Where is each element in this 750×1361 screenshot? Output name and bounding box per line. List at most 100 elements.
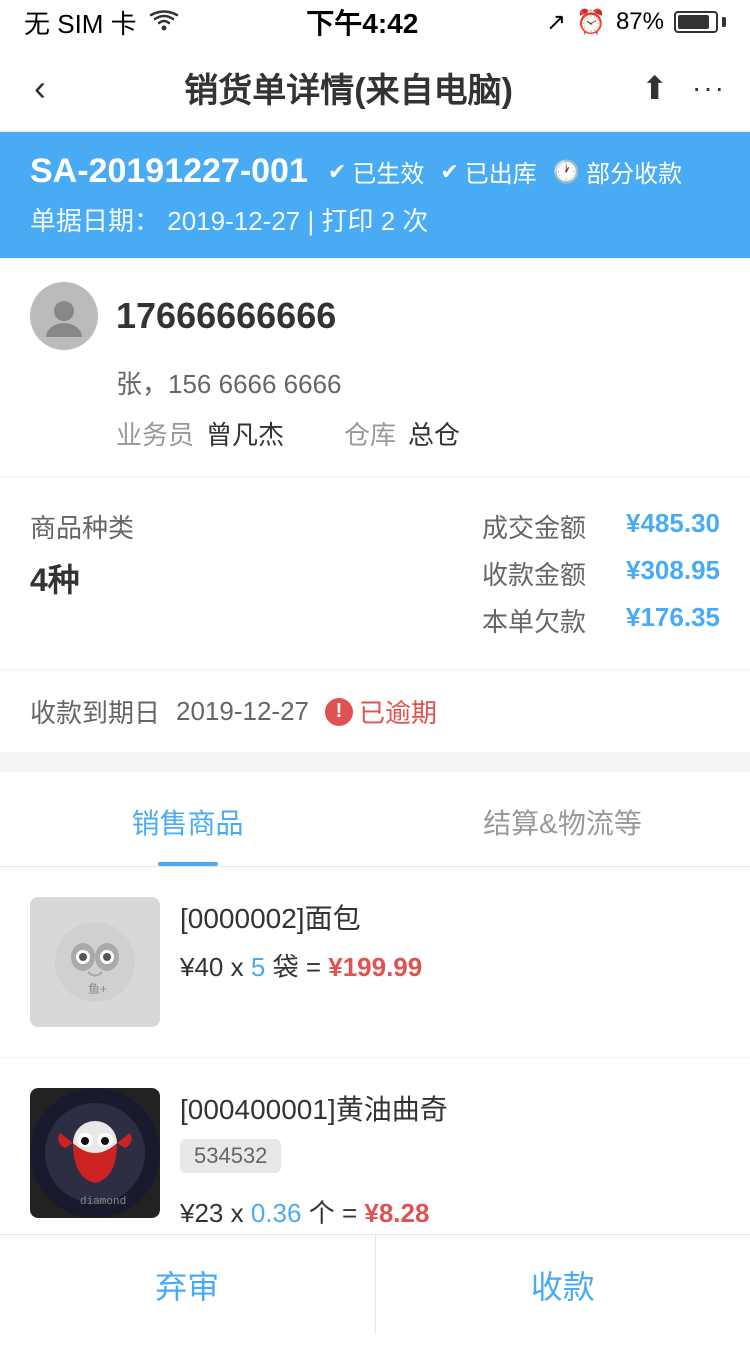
product-placeholder-1: 鱼+	[30, 897, 160, 1027]
svg-text:鱼+: 鱼+	[88, 982, 107, 996]
salesman-value: 曾凡杰	[206, 415, 284, 452]
customer-name: 张，156 6666 6666	[116, 364, 720, 401]
status-time: 下午4:42	[306, 2, 418, 42]
overdue-icon: !	[325, 698, 353, 726]
product-price-sep-1: x	[231, 952, 251, 982]
product-name-2: [000400001]黄油曲奇	[180, 1088, 720, 1128]
order-number: SA-20191227-001	[30, 152, 308, 191]
due-label: 收款到期日	[30, 693, 160, 730]
product-price-1: ¥40 x 5 袋 = ¥199.99	[180, 947, 720, 984]
print-label: | 打印	[307, 206, 380, 236]
summary-amounts: 成交金额 ¥485.30 收款金额 ¥308.95 本单欠款 ¥176.35	[482, 508, 720, 639]
product-name-1: [0000002]面包	[180, 897, 720, 937]
nav-actions: ⬆ ···	[641, 69, 726, 107]
print-unit: 次	[402, 206, 428, 236]
type-count: 4种	[30, 555, 134, 601]
status-right: ↗ ⏰ 87%	[546, 8, 726, 37]
collect-payment-button[interactable]: 收款	[376, 1235, 750, 1334]
status-shipped: ✔ 已出库	[440, 154, 536, 189]
summary-section: 商品种类 4种 成交金额 ¥485.30 收款金额 ¥308.95 本单欠款 ¥…	[0, 478, 750, 669]
tabs-section: 销售商品 结算&物流等	[0, 772, 750, 867]
status-partial: 🕐 部分收款	[553, 154, 682, 189]
product-base-price-1: ¥40	[180, 952, 223, 982]
more-icon[interactable]: ···	[692, 72, 726, 104]
product-thumb-2: diamond	[30, 1088, 160, 1218]
product-eq-1: =	[306, 952, 328, 982]
product-item-2: diamond [000400001]黄油曲奇 534532 ¥23 x 0.3…	[0, 1058, 750, 1261]
order-header-row2: 单据日期： 2019-12-27 | 打印 2 次	[30, 201, 720, 238]
battery-percent: 87%	[616, 8, 664, 36]
print-count: 2	[381, 206, 395, 236]
status-effective-label: 已生效	[352, 154, 424, 189]
amount-row: 成交金额 ¥485.30	[482, 508, 720, 545]
overdue-badge: ! 已逾期	[325, 693, 437, 730]
customer-id: 17666666666	[116, 295, 336, 337]
tab-products-label: 销售商品	[131, 808, 243, 839]
warehouse-item: 仓库 总仓	[344, 415, 460, 452]
product-base-price-2: ¥23	[180, 1198, 223, 1228]
status-partial-label: 部分收款	[586, 154, 682, 189]
received-label: 收款金额	[482, 555, 586, 592]
salesman-label: 业务员	[116, 415, 194, 452]
wifi-icon	[149, 7, 179, 38]
tab-products[interactable]: 销售商品	[0, 772, 375, 866]
product-item: 鱼+ [0000002]面包 ¥40 x 5 袋 = ¥199.99	[0, 867, 750, 1058]
customer-section: 17666666666 张，156 6666 6666 业务员 曾凡杰 仓库 总…	[0, 258, 750, 476]
product-qty-2: 0.36	[251, 1198, 302, 1228]
product-eq-2: =	[342, 1198, 364, 1228]
product-info-2: [000400001]黄油曲奇 534532 ¥23 x 0.36 个 = ¥8…	[180, 1088, 720, 1230]
product-qty-1: 5	[251, 952, 265, 982]
status-bar: 无 SIM 卡 下午4:42 ↗ ⏰ 87%	[0, 0, 750, 44]
tab-settlement[interactable]: 结算&物流等	[375, 772, 750, 866]
due-section: 收款到期日 2019-12-27 ! 已逾期	[0, 671, 750, 752]
location-icon: ↗	[546, 8, 566, 37]
warehouse-value: 总仓	[408, 415, 460, 452]
product-total-2: ¥8.28	[364, 1198, 429, 1228]
overdue-text: 已逾期	[359, 693, 437, 730]
bottom-bar: 弃审 收款	[0, 1234, 750, 1334]
back-button[interactable]: ‹	[24, 57, 56, 119]
received-row: 收款金额 ¥308.95	[482, 555, 720, 592]
owed-label: 本单欠款	[482, 602, 586, 639]
type-label: 商品种类	[30, 508, 134, 545]
abandon-review-button[interactable]: 弃审	[0, 1235, 376, 1334]
amount-label: 成交金额	[482, 508, 586, 545]
check-icon-1: ✔	[328, 159, 346, 185]
page-title: 销货单详情(来自电脑)	[56, 63, 641, 112]
status-effective: ✔ 已生效	[328, 154, 424, 189]
customer-avatar	[30, 282, 98, 350]
collect-payment-label: 收款	[531, 1262, 595, 1308]
product-price-sep-2: x	[231, 1198, 251, 1228]
alarm-icon: ⏰	[576, 8, 606, 37]
abandon-review-label: 弃审	[155, 1262, 219, 1308]
received-value: ¥308.95	[626, 555, 720, 592]
tabs-row: 销售商品 结算&物流等	[0, 772, 750, 867]
product-total-1: ¥199.99	[328, 952, 422, 982]
order-header-row1: SA-20191227-001 ✔ 已生效 ✔ 已出库 🕐 部分收款	[30, 152, 720, 191]
battery-icon	[674, 11, 726, 33]
customer-row1: 17666666666	[30, 282, 720, 350]
product-type: 商品种类 4种	[30, 508, 134, 601]
nav-bar: ‹ 销货单详情(来自电脑) ⬆ ···	[0, 44, 750, 132]
owed-value: ¥176.35	[626, 602, 720, 639]
amount-value: ¥485.30	[626, 508, 720, 545]
status-tags: ✔ 已生效 ✔ 已出库 🕐 部分收款	[328, 154, 682, 189]
order-date: 2019-12-27	[167, 206, 300, 236]
check-icon-2: ✔	[440, 159, 458, 185]
warehouse-label: 仓库	[344, 415, 396, 452]
product-price-2: ¥23 x 0.36 个 = ¥8.28	[180, 1193, 720, 1230]
status-left: 无 SIM 卡	[24, 4, 179, 41]
customer-meta: 业务员 曾凡杰 仓库 总仓	[116, 415, 720, 452]
owed-row: 本单欠款 ¥176.35	[482, 602, 720, 639]
order-header: SA-20191227-001 ✔ 已生效 ✔ 已出库 🕐 部分收款 单据日期：…	[0, 132, 750, 258]
share-icon[interactable]: ⬆	[641, 69, 668, 107]
status-shipped-label: 已出库	[465, 154, 537, 189]
product-info-1: [0000002]面包 ¥40 x 5 袋 = ¥199.99	[180, 897, 720, 984]
tab-settlement-label: 结算&物流等	[483, 808, 642, 839]
product-thumb-1: 鱼+	[30, 897, 160, 1027]
clock-icon: 🕐	[553, 159, 580, 185]
date-label: 单据日期：	[30, 206, 160, 236]
product-unit-2: 个	[309, 1198, 335, 1228]
svg-text:diamond: diamond	[80, 1196, 126, 1208]
salesman-item: 业务员 曾凡杰	[116, 415, 284, 452]
